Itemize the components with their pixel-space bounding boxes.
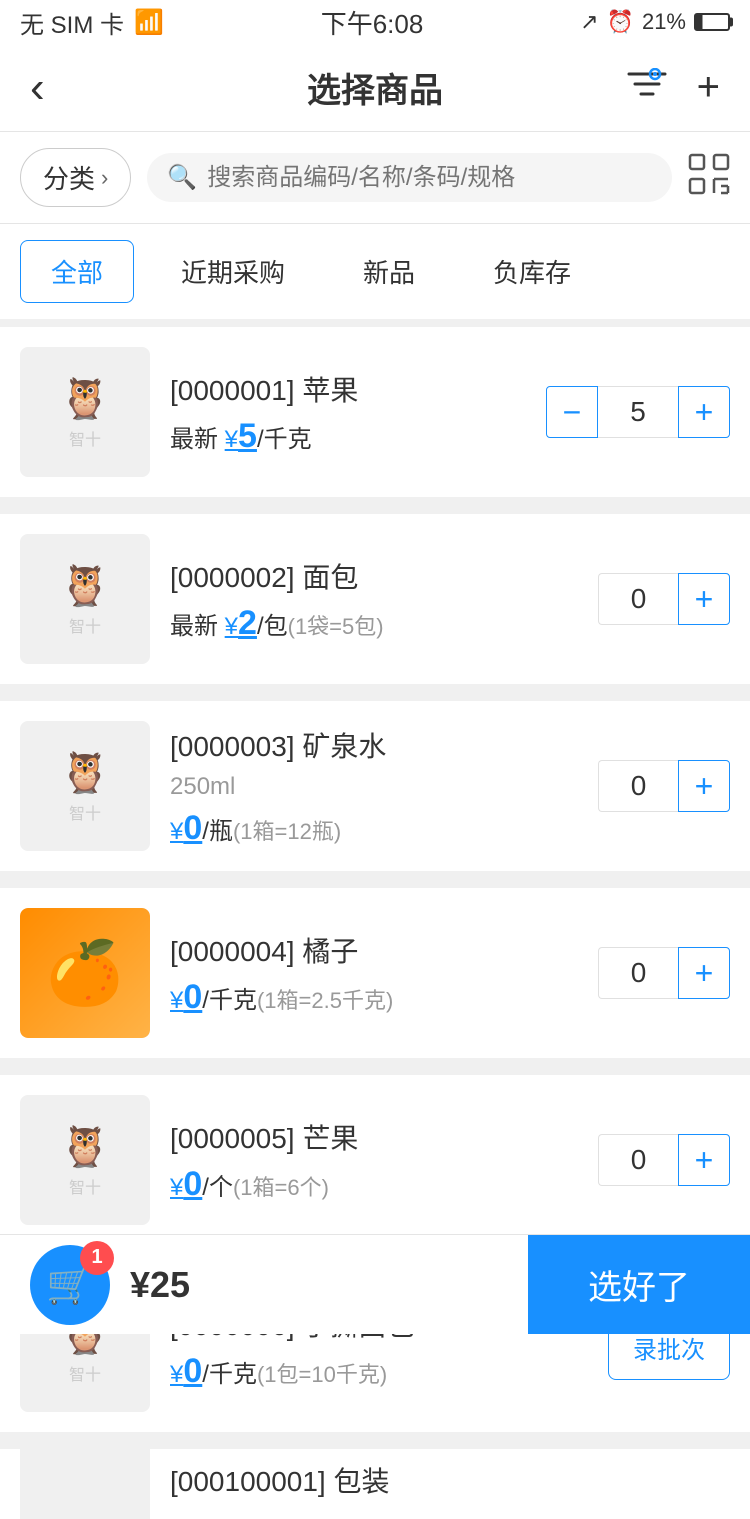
product-info: [000100001] 包装 bbox=[170, 1460, 730, 1508]
list-item: 🦉 智十 [0000003] 矿泉水 250ml ¥0/瓶(1箱=12瓶) + bbox=[0, 701, 750, 872]
qty-input[interactable] bbox=[598, 760, 678, 812]
alarm-icon: ⏰ bbox=[607, 9, 634, 35]
qty-input[interactable] bbox=[598, 947, 678, 999]
product-name: [0000005] 芒果 bbox=[170, 1117, 578, 1157]
qty-minus-button[interactable]: − bbox=[546, 386, 598, 438]
cart-button[interactable]: 🛒 1 bbox=[30, 1245, 110, 1325]
list-item: 🍊 [0000004] 橘子 ¥0/千克(1箱=2.5千克) + bbox=[0, 888, 750, 1059]
item-separator bbox=[0, 1059, 750, 1075]
product-name: [0000001] 苹果 bbox=[170, 369, 526, 409]
battery-percent: 21% bbox=[642, 9, 686, 35]
status-right: ↗ ⏰ 21% bbox=[580, 9, 730, 35]
product-info: [0000005] 芒果 ¥0/个(1箱=6个) bbox=[170, 1117, 578, 1204]
item-separator bbox=[0, 685, 750, 701]
category-arrow-icon: › bbox=[101, 165, 108, 191]
product-image: 🦉 智十 bbox=[20, 721, 150, 851]
scan-icon[interactable] bbox=[688, 153, 730, 203]
tab-negative[interactable]: 负库存 bbox=[462, 240, 602, 303]
cart-badge: 1 bbox=[80, 1241, 114, 1275]
item-separator bbox=[0, 498, 750, 514]
product-price: ¥0/瓶(1箱=12瓶) bbox=[170, 809, 578, 848]
product-name: [000100001] 包装 bbox=[170, 1460, 730, 1500]
product-name: [0000004] 橘子 bbox=[170, 930, 578, 970]
product-image: 🦉 智十 bbox=[20, 534, 150, 664]
qty-plus-button[interactable]: + bbox=[678, 1134, 730, 1186]
qty-plus-button[interactable]: + bbox=[678, 573, 730, 625]
qty-plus-button[interactable]: + bbox=[678, 386, 730, 438]
back-button[interactable]: ‹ bbox=[30, 63, 45, 113]
bottom-bar: 🛒 1 ¥25 选好了 bbox=[0, 1234, 750, 1334]
owl-placeholder: 🦉 智十 bbox=[60, 375, 110, 450]
product-image bbox=[20, 1449, 150, 1519]
nav-bar: ‹ 选择商品 + bbox=[0, 44, 750, 132]
product-name: [0000002] 面包 bbox=[170, 556, 578, 596]
list-item: [000100001] 包装 bbox=[0, 1449, 750, 1519]
confirm-button[interactable]: 选好了 bbox=[528, 1235, 750, 1334]
battery-icon bbox=[694, 13, 730, 31]
product-info: [0000002] 面包 最新 ¥2/包(1袋=5包) bbox=[170, 556, 578, 643]
cart-total: ¥25 bbox=[130, 1264, 190, 1306]
tabs-bar: 全部 近期采购 新品 负库存 bbox=[0, 224, 750, 327]
search-icon: 🔍 bbox=[167, 163, 197, 192]
qty-control: + bbox=[598, 947, 730, 999]
product-list: 🦉 智十 [0000001] 苹果 最新 ¥5/千克 − + 🦉 智十 [000… bbox=[0, 327, 750, 1519]
tab-recent[interactable]: 近期采购 bbox=[150, 240, 316, 303]
product-price: ¥0/千克(1箱=2.5千克) bbox=[170, 978, 578, 1017]
category-button[interactable]: 分类 › bbox=[20, 148, 131, 207]
owl-placeholder: 🦉 智十 bbox=[60, 1123, 110, 1198]
nav-actions: + bbox=[627, 65, 720, 110]
list-item: 🦉 智十 [0000002] 面包 最新 ¥2/包(1袋=5包) + bbox=[0, 514, 750, 685]
qty-control: + bbox=[598, 573, 730, 625]
item-separator bbox=[0, 872, 750, 888]
qty-plus-button[interactable]: + bbox=[678, 760, 730, 812]
carrier-text: 无 SIM 卡 bbox=[20, 5, 124, 40]
location-icon: ↗ bbox=[580, 9, 598, 35]
qty-control: + bbox=[598, 760, 730, 812]
list-item: 🦉 智十 [0000005] 芒果 ¥0/个(1箱=6个) + bbox=[0, 1075, 750, 1246]
qty-input[interactable] bbox=[598, 1134, 678, 1186]
cart-section: 🛒 1 ¥25 bbox=[0, 1245, 528, 1325]
filter-bar: 分类 › 🔍 bbox=[0, 132, 750, 224]
wifi-icon: 📶 bbox=[134, 8, 164, 37]
product-name: [0000003] 矿泉水 bbox=[170, 725, 578, 765]
product-info: [0000003] 矿泉水 250ml ¥0/瓶(1箱=12瓶) bbox=[170, 725, 578, 848]
product-spec: 250ml bbox=[170, 773, 578, 801]
tab-all[interactable]: 全部 bbox=[20, 240, 134, 303]
item-separator bbox=[0, 1433, 750, 1449]
product-image: 🦉 智十 bbox=[20, 347, 150, 477]
qty-input[interactable] bbox=[598, 386, 678, 438]
category-label: 分类 bbox=[43, 159, 95, 196]
owl-placeholder: 🦉 智十 bbox=[60, 562, 110, 637]
search-box: 🔍 bbox=[147, 153, 672, 202]
owl-placeholder: 🦉 智十 bbox=[60, 749, 110, 824]
status-left: 无 SIM 卡 📶 bbox=[20, 5, 164, 40]
product-image: 🦉 智十 bbox=[20, 1095, 150, 1225]
filter-icon[interactable] bbox=[627, 68, 667, 107]
list-item: 🦉 智十 [0000001] 苹果 最新 ¥5/千克 − + bbox=[0, 327, 750, 498]
product-info: [0000001] 苹果 最新 ¥5/千克 bbox=[170, 369, 526, 456]
product-image: 🍊 bbox=[20, 908, 150, 1038]
qty-control: − + bbox=[546, 386, 730, 438]
product-price: 最新 ¥5/千克 bbox=[170, 417, 526, 456]
status-time: 下午6:08 bbox=[321, 4, 424, 41]
product-price: 最新 ¥2/包(1袋=5包) bbox=[170, 604, 578, 643]
product-price: ¥0/个(1箱=6个) bbox=[170, 1165, 578, 1204]
tab-new[interactable]: 新品 bbox=[332, 240, 446, 303]
qty-control: + bbox=[598, 1134, 730, 1186]
add-icon[interactable]: + bbox=[697, 65, 720, 110]
status-bar: 无 SIM 卡 📶 下午6:08 ↗ ⏰ 21% bbox=[0, 0, 750, 44]
page-title: 选择商品 bbox=[307, 63, 443, 112]
search-input[interactable] bbox=[207, 164, 652, 192]
qty-plus-button[interactable]: + bbox=[678, 947, 730, 999]
qty-input[interactable] bbox=[598, 573, 678, 625]
product-info: [0000004] 橘子 ¥0/千克(1箱=2.5千克) bbox=[170, 930, 578, 1017]
product-price: ¥0/千克(1包=10千克) bbox=[170, 1352, 588, 1391]
